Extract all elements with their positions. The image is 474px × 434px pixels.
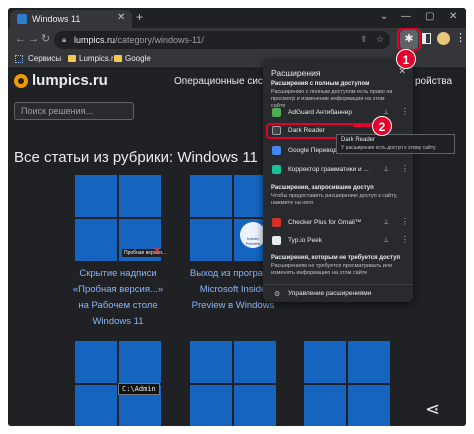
more-options-icon[interactable]: ⋮ [401, 164, 409, 173]
pin-icon[interactable]: ⊥ [383, 165, 389, 173]
minimize-button[interactable]: — [401, 11, 411, 23]
extension-name: Typ.io Peek [288, 237, 322, 244]
callout-2: 2 [372, 116, 392, 136]
bookmark-services[interactable]: Сервисы [28, 54, 61, 64]
google-translate-icon [272, 146, 281, 155]
tab-search-icon[interactable]: ⌄ [380, 11, 388, 23]
pin-icon[interactable]: ⊥ [383, 218, 389, 226]
menu-dots-icon[interactable]: ⋮ [455, 32, 466, 44]
apps-grid-icon[interactable] [15, 55, 23, 63]
extensions-popup: Расширения ✕ Расширения с полным доступо… [263, 59, 413, 302]
back-arrow-icon[interactable]: ← [15, 33, 26, 45]
adguard-shield-icon [272, 108, 281, 117]
typio-icon [272, 236, 281, 245]
page-title: Все статьи из рубрики: Windows 11 [14, 149, 258, 166]
extension-name: Checker Plus for Gmail™ [288, 219, 362, 226]
section-requested-desc: Чтобы предоставить расширению доступ к с… [271, 193, 398, 206]
bookmark-star-icon[interactable]: ☆ [376, 34, 384, 45]
section-requested: Расширения, запросившие доступ [271, 185, 374, 191]
extension-row-grammar[interactable]: Корректор грамматики и ... ⊥ ⋮ [263, 162, 413, 178]
tab-close-icon[interactable]: ✕ [117, 13, 125, 23]
red-x-icon: ✕ [153, 246, 162, 257]
manage-extensions-label: Управление расширениями [288, 290, 372, 297]
callout-1: 1 [396, 49, 416, 69]
search-placeholder: Поиск решения... [21, 106, 94, 116]
popup-title: Расширения [271, 68, 321, 78]
lock-icon: 🔒︎ [62, 35, 67, 44]
windows-favicon-icon [17, 14, 27, 24]
close-window-button[interactable]: ✕ [449, 11, 457, 23]
extension-name: Google Перевод [288, 147, 337, 154]
browser-toolbar: ← → ↻ 🔒︎ lumpics.ru/category/windows-11/… [8, 28, 466, 52]
site-logo[interactable]: lumpics.ru [32, 72, 108, 89]
callout-2-line [353, 125, 373, 127]
share-page-icon[interactable]: ⇪ [360, 34, 368, 45]
article-thumbnail[interactable] [190, 341, 276, 426]
more-options-icon[interactable]: ⋮ [401, 107, 409, 116]
url-text: lumpics.ru/category/windows-11/ [74, 35, 204, 45]
address-bar[interactable]: 🔒︎ lumpics.ru/category/windows-11/ ⇪ ☆ [54, 31, 390, 49]
browser-window: Windows 11 ✕ + ⌄ — ▢ ✕ ← → ↻ 🔒︎ lumpics.… [8, 8, 466, 426]
gmail-checker-icon [272, 218, 281, 227]
reload-icon[interactable]: ↻ [41, 33, 50, 45]
pin-icon[interactable]: ⊥ [383, 108, 389, 116]
manage-extensions-button[interactable]: ⚙ Управление расширениями [263, 284, 413, 302]
tab-title: Windows 11 [32, 14, 81, 24]
site-search-input[interactable]: Поиск решения... [14, 102, 134, 120]
new-tab-button[interactable]: + [136, 11, 143, 23]
grammar-icon [272, 165, 281, 174]
nav-devices[interactable]: ройства [415, 76, 452, 87]
extension-name: AdGuard Антибаннер [288, 109, 352, 116]
tab-strip: Windows 11 ✕ + ⌄ — ▢ ✕ [8, 8, 466, 28]
gear-icon: ⚙ [274, 291, 281, 298]
section-no-access-desc: Расширениям не требуется просматривать и… [271, 263, 393, 276]
bookmark-google[interactable]: Google [114, 54, 151, 64]
pin-icon[interactable]: ⊥ [383, 236, 389, 244]
extensions-button-highlight [397, 28, 421, 51]
bookmark-lumpics[interactable]: Lumpics.ru [68, 54, 118, 64]
extension-row-adguard[interactable]: AdGuard Антибаннер ⊥ ⋮ [263, 105, 413, 121]
share-icon[interactable]: ⋖ [425, 400, 440, 418]
command-prompt-window: C:\Admin [118, 383, 160, 395]
folder-icon [114, 55, 122, 62]
more-options-icon[interactable]: ⋮ [401, 235, 409, 244]
extension-name: Корректор грамматики и ... [288, 166, 369, 173]
extension-row-typio[interactable]: Typ.io Peek ⊥ ⋮ [263, 233, 413, 249]
article-thumbnail[interactable] [304, 341, 390, 426]
profile-avatar[interactable] [437, 32, 450, 45]
forward-arrow-icon[interactable]: → [28, 33, 39, 45]
tooltip-description: У расширения есть доступ к этому сайту [341, 145, 436, 151]
lumpics-logo-icon [14, 74, 28, 88]
more-options-icon[interactable]: ⋮ [401, 217, 409, 226]
section-no-access: Расширения, которым не требуется доступ [271, 255, 401, 261]
section-full-access: Расширения с полным доступом [271, 81, 370, 87]
maximize-button[interactable]: ▢ [425, 11, 434, 23]
side-panel-icon[interactable] [422, 33, 431, 44]
tooltip-title: Dark Reader [341, 137, 376, 143]
dark-reader-tooltip: Dark Reader У расширения есть доступ к э… [336, 134, 455, 154]
article-title-link[interactable]: Скрытие надписи «Пробная версия...» на Р… [58, 266, 178, 330]
folder-icon [68, 55, 76, 62]
screenshot-frame: Windows 11 ✕ + ⌄ — ▢ ✕ ← → ↻ 🔒︎ lumpics.… [0, 0, 474, 434]
extension-row-checker-plus[interactable]: Checker Plus for Gmail™ ⊥ ⋮ [263, 215, 413, 231]
tab-windows-11[interactable]: Windows 11 ✕ [10, 10, 132, 28]
